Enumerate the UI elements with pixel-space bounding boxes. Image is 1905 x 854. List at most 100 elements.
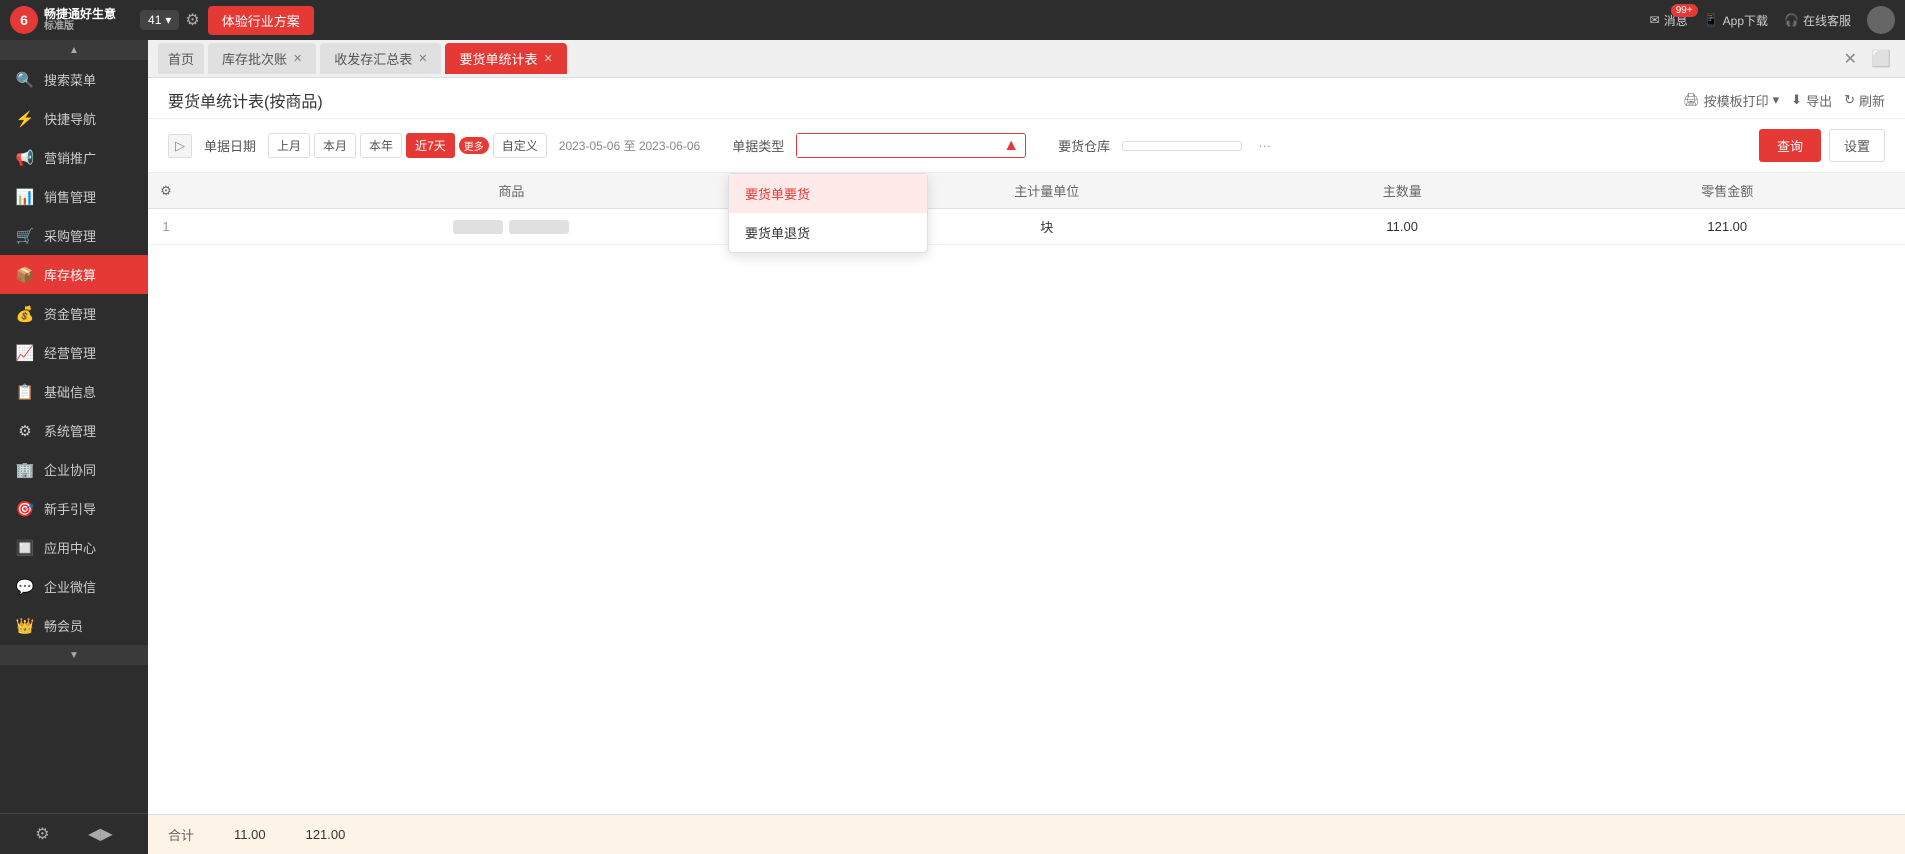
sidebar-item-finance[interactable]: 💰 资金管理 bbox=[0, 294, 148, 333]
type-dropdown: 要货单要货 要货单退货 bbox=[728, 173, 928, 253]
sidebar-item-quick-nav[interactable]: ⚡ 快捷导航 bbox=[0, 99, 148, 138]
trial-btn[interactable]: 体验行业方案 bbox=[208, 6, 314, 35]
warehouse-filter-label: 要货仓库 bbox=[1058, 136, 1110, 155]
data-table: ⚙ 商品 主计量单位 主数量 零售金额 1 bbox=[148, 173, 1905, 245]
date-btn-custom[interactable]: 自定义 bbox=[493, 133, 547, 158]
th-amount: 零售金额 bbox=[1550, 173, 1905, 209]
sidebar-item-enterprise[interactable]: 🏢 企业协同 bbox=[0, 450, 148, 489]
sidebar-item-basic[interactable]: 📋 基础信息 bbox=[0, 372, 148, 411]
page-title: 要货单统计表(按商品) bbox=[168, 88, 323, 112]
sidebar-scroll-down[interactable]: ▼ bbox=[0, 645, 148, 665]
logo-icon: 6 bbox=[10, 6, 38, 34]
sidebar-item-purchase[interactable]: 🛒 采购管理 bbox=[0, 216, 148, 255]
type-filter-input[interactable] bbox=[797, 134, 997, 157]
clipboard-icon: 📋 bbox=[16, 383, 34, 401]
expand-tabs-btn[interactable]: ⬜ bbox=[1867, 45, 1895, 73]
date-filter-label: 单据日期 bbox=[204, 136, 256, 155]
dropdown-item-order-goods[interactable]: 要货单要货 bbox=[729, 174, 927, 213]
type-chevron-up-icon[interactable]: ▲ bbox=[997, 137, 1025, 155]
sidebar-item-appstore[interactable]: 🔲 应用中心 bbox=[0, 528, 148, 567]
total-label: 合计 bbox=[168, 825, 194, 844]
filter-expand-btn[interactable]: ▷ bbox=[168, 134, 192, 158]
page-header: 要货单统计表(按商品) 🖨 按模板打印 ▾ ⬇ 导出 ↻ 刷新 bbox=[148, 78, 1905, 119]
th-settings[interactable]: ⚙ bbox=[148, 173, 184, 209]
print-btn[interactable]: 🖨 按模板打印 ▾ bbox=[1683, 91, 1779, 110]
topbar: 6 畅捷通好生意 标准版 41 ▾ ⚙ 体验行业方案 ✉ 消息 99+ 📱 Ap… bbox=[0, 0, 1905, 40]
chart-icon: 📊 bbox=[16, 188, 34, 206]
export-btn[interactable]: ⬇ 导出 bbox=[1791, 91, 1832, 110]
online-service-btn[interactable]: 🎧 在线客服 bbox=[1784, 12, 1851, 29]
messages-btn[interactable]: ✉ 消息 99+ bbox=[1650, 12, 1688, 29]
sidebar-item-marketing[interactable]: 📢 营销推广 bbox=[0, 138, 148, 177]
dropdown-item-order-return[interactable]: 要货单退货 bbox=[729, 213, 927, 252]
tab-inventory-batch[interactable]: 库存批次账 ✕ bbox=[208, 43, 316, 74]
sidebar-item-sales[interactable]: 📊 销售管理 bbox=[0, 177, 148, 216]
crown-icon: 👑 bbox=[16, 617, 34, 635]
version-select-wrap[interactable]: 41 ▾ ⚙ bbox=[140, 10, 200, 30]
row-num: 1 bbox=[148, 209, 184, 245]
date-btn-this-year[interactable]: 本年 bbox=[360, 133, 402, 158]
date-btn-last-month[interactable]: 上月 bbox=[268, 133, 310, 158]
box-icon: 📦 bbox=[16, 266, 34, 284]
row-quantity: 11.00 bbox=[1255, 209, 1550, 245]
sidebar-item-guide[interactable]: 🎯 新手引导 bbox=[0, 489, 148, 528]
money-icon: 💰 bbox=[16, 305, 34, 323]
app-logo: 6 畅捷通好生意 标准版 bbox=[10, 6, 116, 34]
sidebar-scroll-up[interactable]: ▲ bbox=[0, 40, 148, 60]
collapse-icon[interactable]: ◀▶ bbox=[88, 824, 113, 844]
date-btn-last-7-days[interactable]: 近7天 bbox=[406, 133, 455, 158]
close-tab-receive-summary[interactable]: ✕ bbox=[418, 52, 427, 65]
refresh-icon: ↻ bbox=[1844, 92, 1855, 108]
lightning-icon: ⚡ bbox=[16, 110, 34, 128]
page-header-actions: 🖨 按模板打印 ▾ ⬇ 导出 ↻ 刷新 bbox=[1683, 91, 1885, 110]
grid-icon: 🔲 bbox=[16, 539, 34, 557]
query-btn[interactable]: 查询 bbox=[1759, 129, 1821, 162]
filter-actions: 查询 设置 bbox=[1759, 129, 1885, 162]
date-btn-this-month[interactable]: 本月 bbox=[314, 133, 356, 158]
total-amount: 121.00 bbox=[306, 827, 346, 842]
print-icon: 🖨 bbox=[1683, 92, 1700, 108]
tab-receive-summary[interactable]: 收发存汇总表 ✕ bbox=[320, 43, 441, 74]
refresh-btn[interactable]: ↻ 刷新 bbox=[1844, 91, 1885, 110]
wechat-icon: 💬 bbox=[16, 578, 34, 596]
filter-more-btn[interactable]: ··· bbox=[1258, 138, 1271, 153]
row-amount: 121.00 bbox=[1550, 209, 1905, 245]
warehouse-filter-input[interactable] bbox=[1122, 141, 1242, 151]
trend-icon: 📈 bbox=[16, 344, 34, 362]
gear-icon: ⚙ bbox=[16, 422, 34, 440]
settings-icon[interactable]: ⚙ bbox=[35, 824, 49, 844]
tab-bar-actions: ✕ ⬜ bbox=[1840, 45, 1895, 73]
close-tab-inventory-batch[interactable]: ✕ bbox=[293, 52, 302, 65]
search-icon: 🔍 bbox=[16, 71, 34, 89]
app-download-btn[interactable]: 📱 App下载 bbox=[1704, 12, 1768, 29]
table-footer: 合计 11.00 121.00 bbox=[148, 814, 1905, 854]
tab-bar: 首页 库存批次账 ✕ 收发存汇总表 ✕ 要货单统计表 ✕ ✕ ⬜ bbox=[148, 40, 1905, 78]
date-filter-btns: 上月 本月 本年 近7天 更多 自定义 bbox=[268, 133, 547, 158]
download-icon: 📱 bbox=[1704, 13, 1719, 27]
total-quantity: 11.00 bbox=[234, 827, 266, 842]
avatar[interactable] bbox=[1867, 6, 1895, 34]
sidebar-item-search[interactable]: 🔍 搜索菜单 bbox=[0, 60, 148, 99]
sidebar-item-wechat[interactable]: 💬 企业微信 bbox=[0, 567, 148, 606]
table-row: 1 块 11.00 121.00 bbox=[148, 209, 1905, 245]
date-range-text: 2023-05-06 至 2023-06-06 bbox=[559, 137, 700, 154]
sidebar-item-system[interactable]: ⚙ 系统管理 bbox=[0, 411, 148, 450]
close-all-tabs-btn[interactable]: ✕ bbox=[1840, 45, 1861, 73]
tab-home[interactable]: 首页 bbox=[158, 43, 204, 74]
tab-order-summary[interactable]: 要货单统计表 ✕ bbox=[445, 43, 566, 74]
target-icon: 🎯 bbox=[16, 500, 34, 518]
company-info: 畅捷通好生意 标准版 bbox=[44, 7, 116, 33]
version-select[interactable]: 41 ▾ bbox=[140, 10, 179, 30]
sidebar-bottom: ⚙ ◀▶ bbox=[0, 813, 148, 854]
sidebar-item-member[interactable]: 👑 畅会员 bbox=[0, 606, 148, 645]
sidebar-item-inventory[interactable]: 📦 库存核算 bbox=[0, 255, 148, 294]
settings-btn[interactable]: 设置 bbox=[1829, 129, 1885, 162]
sidebar: ▲ 🔍 搜索菜单 ⚡ 快捷导航 📢 营销推广 📊 销售管理 🛒 采购管理 📦 库… bbox=[0, 40, 148, 854]
close-tab-order-summary[interactable]: ✕ bbox=[544, 52, 553, 65]
gear-icon[interactable]: ⚙ bbox=[185, 10, 199, 30]
megaphone-icon: 📢 bbox=[16, 149, 34, 167]
sidebar-item-operations[interactable]: 📈 经营管理 bbox=[0, 333, 148, 372]
type-filter-wrap[interactable]: ▲ bbox=[796, 133, 1026, 158]
message-icon: ✉ bbox=[1650, 13, 1660, 27]
building-icon: 🏢 bbox=[16, 461, 34, 479]
